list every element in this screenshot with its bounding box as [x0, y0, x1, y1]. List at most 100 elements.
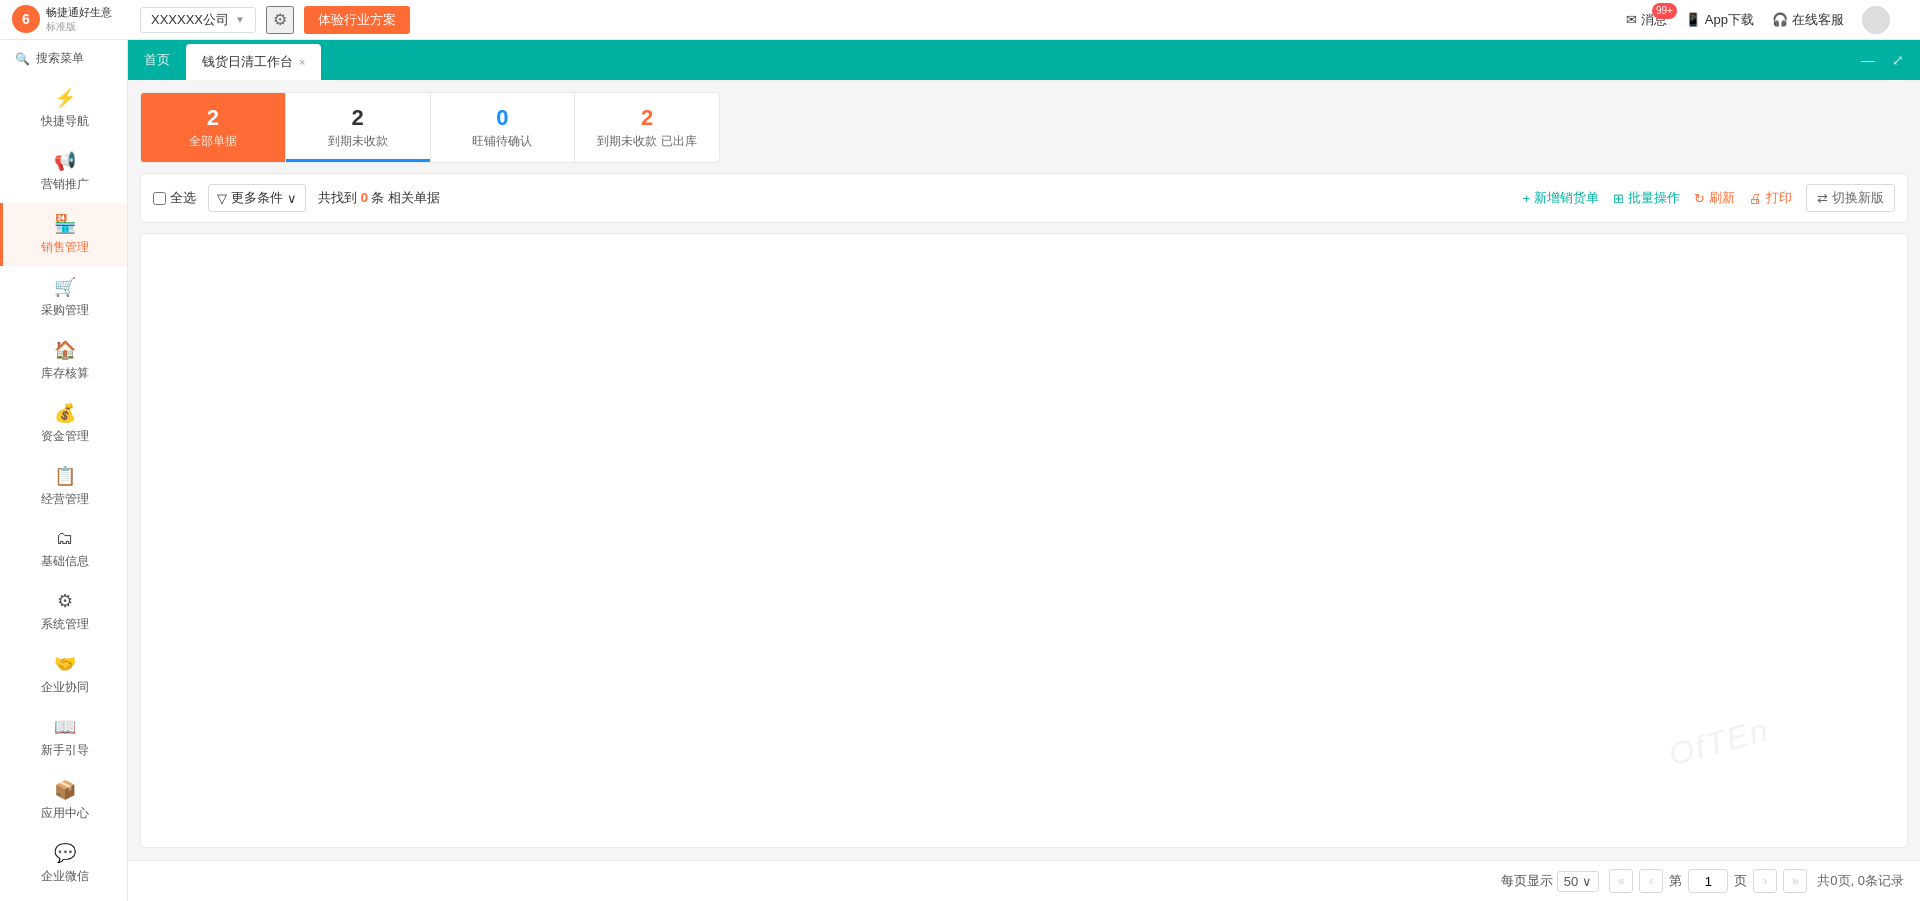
page-label: 第 — [1669, 872, 1682, 890]
sidebar-label-purchase: 采购管理 — [41, 302, 89, 319]
messages-badge: 99 — [1652, 3, 1677, 19]
print-icon: 🖨 — [1749, 191, 1762, 206]
sidebar-item-operations[interactable]: 📋 经营管理 — [0, 455, 127, 518]
filter-arrow-icon: ∨ — [287, 191, 297, 206]
stat-card-overdue[interactable]: 2 到期未收款 — [286, 93, 431, 162]
tab-home[interactable]: 首页 — [128, 40, 186, 80]
app-download-item[interactable]: 📱 App下载 — [1685, 11, 1754, 29]
content-area: 首页 钱货日清工作台 × — ⤢ 2 全部单据 2 到期未收款 — [128, 40, 1920, 901]
operations-icon: 📋 — [54, 465, 76, 487]
stat-label-pending: 旺铺待确认 — [451, 133, 555, 150]
switch-label: 切换新版 — [1832, 189, 1884, 207]
logo-area: 6 畅捷通好生意 标准版 — [12, 5, 140, 33]
sidebar-item-quick-nav[interactable]: ⚡ 快捷导航 — [0, 77, 127, 140]
sidebar-label-system: 系统管理 — [41, 616, 89, 633]
wechat-icon: 💬 — [54, 842, 76, 864]
refresh-label: 刷新 — [1709, 189, 1735, 207]
main-layout: 🔍 搜索菜单 ⚡ 快捷导航 📢 营销推广 🏪 销售管理 🛒 采购管理 🏠 库存核… — [0, 40, 1920, 901]
page-prev-btn[interactable]: ‹ — [1639, 869, 1663, 893]
page-input[interactable] — [1688, 869, 1728, 893]
tab-close-icon[interactable]: × — [299, 56, 305, 68]
filter-icon: ▽ — [217, 191, 227, 206]
top-header: 6 畅捷通好生意 标准版 XXXXXX公司 ▼ ⚙ 体验行业方案 ✉ 消息 99… — [0, 0, 1920, 40]
avatar[interactable] — [1862, 6, 1890, 34]
page-content: 2 全部单据 2 到期未收款 0 旺铺待确认 2 到期未收款 已出库 — [128, 80, 1920, 860]
stat-card-all[interactable]: 2 全部单据 — [141, 93, 286, 162]
select-all-checkbox[interactable] — [153, 192, 166, 205]
table-area — [140, 233, 1908, 848]
select-all-label[interactable]: 全选 — [153, 189, 196, 207]
online-service-label: 在线客服 — [1792, 11, 1844, 29]
sidebar-label-beginner: 新手引导 — [41, 742, 89, 759]
settings-button[interactable]: ⚙ — [266, 6, 294, 34]
finance-icon: 💰 — [54, 402, 76, 424]
quick-nav-icon: ⚡ — [54, 87, 76, 109]
batch-label: 批量操作 — [1628, 189, 1680, 207]
sidebar-item-enterprise[interactable]: 🤝 企业协同 — [0, 643, 127, 706]
sidebar-search[interactable]: 🔍 搜索菜单 — [0, 40, 127, 77]
company-name: XXXXXX公司 — [151, 11, 229, 29]
online-service-item[interactable]: 🎧 在线客服 — [1772, 11, 1844, 29]
sidebar-item-member[interactable]: 🏅 畅会员 — [0, 895, 127, 901]
sidebar-label-quick-nav: 快捷导航 — [41, 113, 89, 130]
batch-ops-button[interactable]: ⊞ 批量操作 — [1613, 189, 1680, 207]
new-label: 新增销货单 — [1534, 189, 1599, 207]
search-icon: 🔍 — [15, 52, 30, 66]
filter-button[interactable]: ▽ 更多条件 ∨ — [208, 184, 306, 212]
sidebar-label-finance: 资金管理 — [41, 428, 89, 445]
sidebar-item-wechat[interactable]: 💬 企业微信 — [0, 832, 127, 895]
per-page-select-box[interactable]: 50 ∨ — [1557, 871, 1599, 892]
sidebar-label-wechat: 企业微信 — [41, 868, 89, 885]
new-sales-order-button[interactable]: + 新增销货单 — [1522, 189, 1599, 207]
sidebar-item-inventory[interactable]: 🏠 库存核算 — [0, 329, 127, 392]
found-text: 共找到 0 条 相关单据 — [318, 189, 440, 207]
page-first-btn[interactable]: « — [1609, 869, 1633, 893]
stat-num-all: 2 — [161, 105, 265, 131]
page-nav: « ‹ 第 页 › » — [1609, 869, 1807, 893]
stat-label-all: 全部单据 — [161, 133, 265, 150]
stat-label-overdue-shipped: 到期未收款 已出库 — [595, 133, 699, 150]
system-icon: ⚙ — [57, 590, 73, 612]
page-last-btn[interactable]: » — [1783, 869, 1807, 893]
messages-item[interactable]: ✉ 消息 99 — [1626, 11, 1667, 29]
beginner-icon: 📖 — [54, 716, 76, 738]
sidebar-item-marketing[interactable]: 📢 营销推广 — [0, 140, 127, 203]
per-page-arrow: ∨ — [1582, 874, 1592, 889]
tab-expand-btn[interactable]: ⤢ — [1886, 48, 1910, 72]
found-count: 0 — [361, 190, 368, 205]
logo-sub: 标准版 — [46, 20, 112, 34]
logo-text: 畅捷通好生意 — [46, 5, 112, 19]
stat-num-overdue-shipped: 2 — [595, 105, 699, 131]
page-next-btn[interactable]: › — [1753, 869, 1777, 893]
batch-icon: ⊞ — [1613, 191, 1624, 206]
print-button[interactable]: 🖨 打印 — [1749, 189, 1792, 207]
header-right: ✉ 消息 99 📱 App下载 🎧 在线客服 — [1626, 6, 1908, 34]
print-label: 打印 — [1766, 189, 1792, 207]
enterprise-icon: 🤝 — [54, 653, 76, 675]
sidebar-item-app-center[interactable]: 📦 应用中心 — [0, 769, 127, 832]
sidebar-item-finance[interactable]: 💰 资金管理 — [0, 392, 127, 455]
stat-card-pending[interactable]: 0 旺铺待确认 — [431, 93, 576, 162]
new-icon: + — [1522, 191, 1530, 206]
purchase-icon: 🛒 — [54, 276, 76, 298]
stat-num-pending: 0 — [451, 105, 555, 131]
sidebar-label-app-center: 应用中心 — [41, 805, 89, 822]
sidebar-item-sales[interactable]: 🏪 销售管理 — [0, 203, 127, 266]
tab-active-label: 钱货日清工作台 — [202, 53, 293, 71]
sidebar-label-enterprise: 企业协同 — [41, 679, 89, 696]
sidebar-item-beginner[interactable]: 📖 新手引导 — [0, 706, 127, 769]
basics-icon: 🗂 — [56, 528, 74, 549]
refresh-button[interactable]: ↻ 刷新 — [1694, 189, 1735, 207]
company-selector[interactable]: XXXXXX公司 ▼ — [140, 7, 256, 33]
total-text: 共0页, 0条记录 — [1817, 872, 1904, 890]
switch-version-button[interactable]: ⇄ 切换新版 — [1806, 184, 1895, 212]
sidebar-item-purchase[interactable]: 🛒 采购管理 — [0, 266, 127, 329]
stat-card-overdue-shipped[interactable]: 2 到期未收款 已出库 — [575, 93, 719, 162]
tab-active[interactable]: 钱货日清工作台 × — [186, 44, 321, 80]
trial-button[interactable]: 体验行业方案 — [304, 6, 410, 34]
sidebar-item-system[interactable]: ⚙ 系统管理 — [0, 580, 127, 643]
pagination-bar: 每页显示 50 ∨ « ‹ 第 页 › » 共0页, 0条记录 — [128, 860, 1920, 901]
sidebar-item-basics[interactable]: 🗂 基础信息 — [0, 518, 127, 580]
sidebar-label-sales: 销售管理 — [41, 239, 89, 256]
tab-minimize-btn[interactable]: — — [1856, 48, 1880, 72]
